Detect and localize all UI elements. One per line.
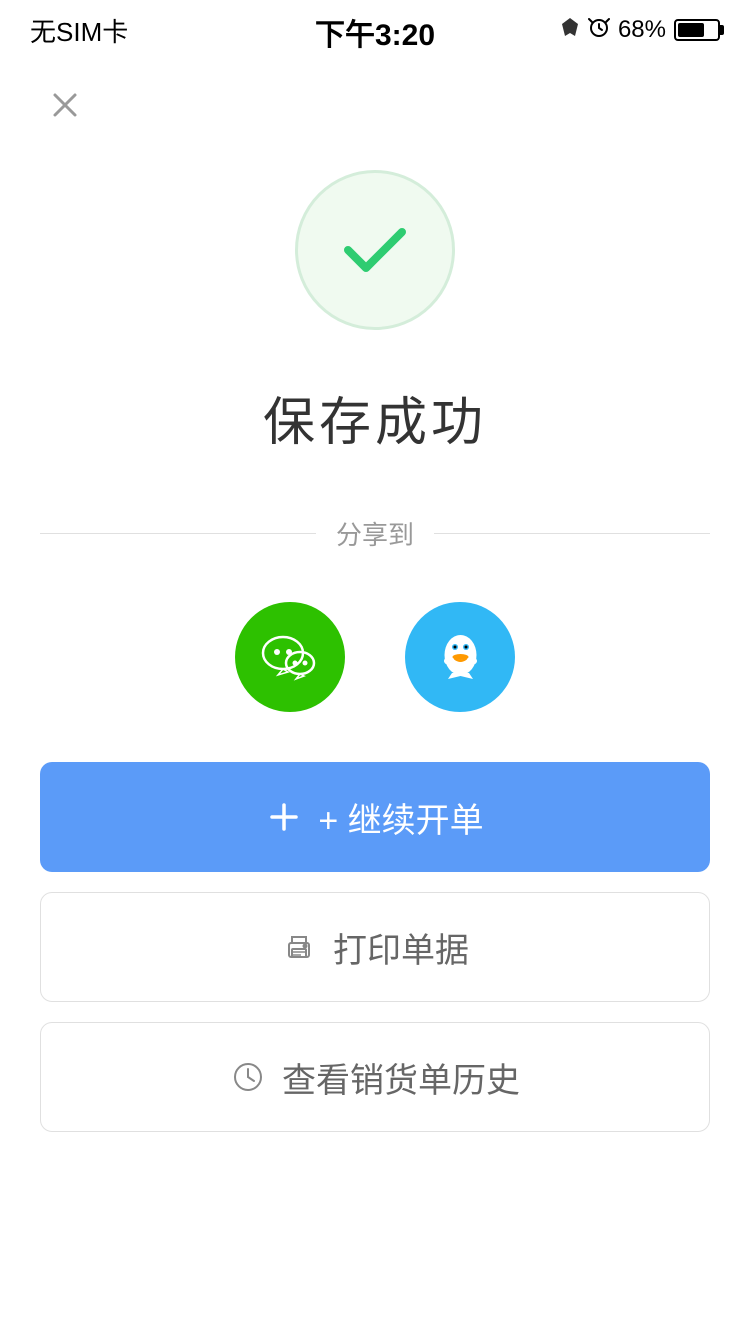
qq-icon <box>428 625 493 690</box>
continue-button[interactable]: + 继续开单 <box>40 762 710 872</box>
share-icons <box>40 602 710 712</box>
qq-share-button[interactable] <box>405 602 515 712</box>
plus-icon <box>266 799 302 835</box>
battery-icon <box>674 19 720 41</box>
status-bar: 无SIM卡 下午3:20 68% <box>0 0 750 60</box>
location-icon <box>560 16 580 45</box>
share-section: 分享到 <box>0 515 750 712</box>
time-display: 下午3:20 <box>315 10 435 54</box>
status-left: 无SIM卡 <box>30 12 138 49</box>
success-title: 保存成功 <box>263 380 487 455</box>
continue-button-label: + 继续开单 <box>318 793 483 842</box>
wechat-share-button[interactable] <box>235 602 345 712</box>
success-icon-circle <box>295 170 455 330</box>
checkmark-icon <box>330 205 420 295</box>
action-buttons: + 继续开单 打印单据 查看销货单历史 <box>0 762 750 1132</box>
status-right: 68% <box>560 16 720 45</box>
share-divider: 分享到 <box>40 515 710 552</box>
history-button[interactable]: 查看销货单历史 <box>40 1022 710 1132</box>
close-button[interactable] <box>40 80 90 130</box>
printer-icon <box>281 929 317 965</box>
battery-percent: 68% <box>618 16 666 44</box>
history-button-label: 查看销货单历史 <box>282 1053 520 1102</box>
wechat-icon <box>258 625 323 690</box>
main-content: 保存成功 分享到 <box>0 60 750 1132</box>
carrier-text: 无SIM卡 <box>30 12 128 49</box>
print-button-label: 打印单据 <box>333 923 469 972</box>
print-button[interactable]: 打印单据 <box>40 892 710 1002</box>
share-label: 分享到 <box>336 515 414 552</box>
alarm-icon <box>588 16 610 45</box>
clock-icon <box>230 1059 266 1095</box>
